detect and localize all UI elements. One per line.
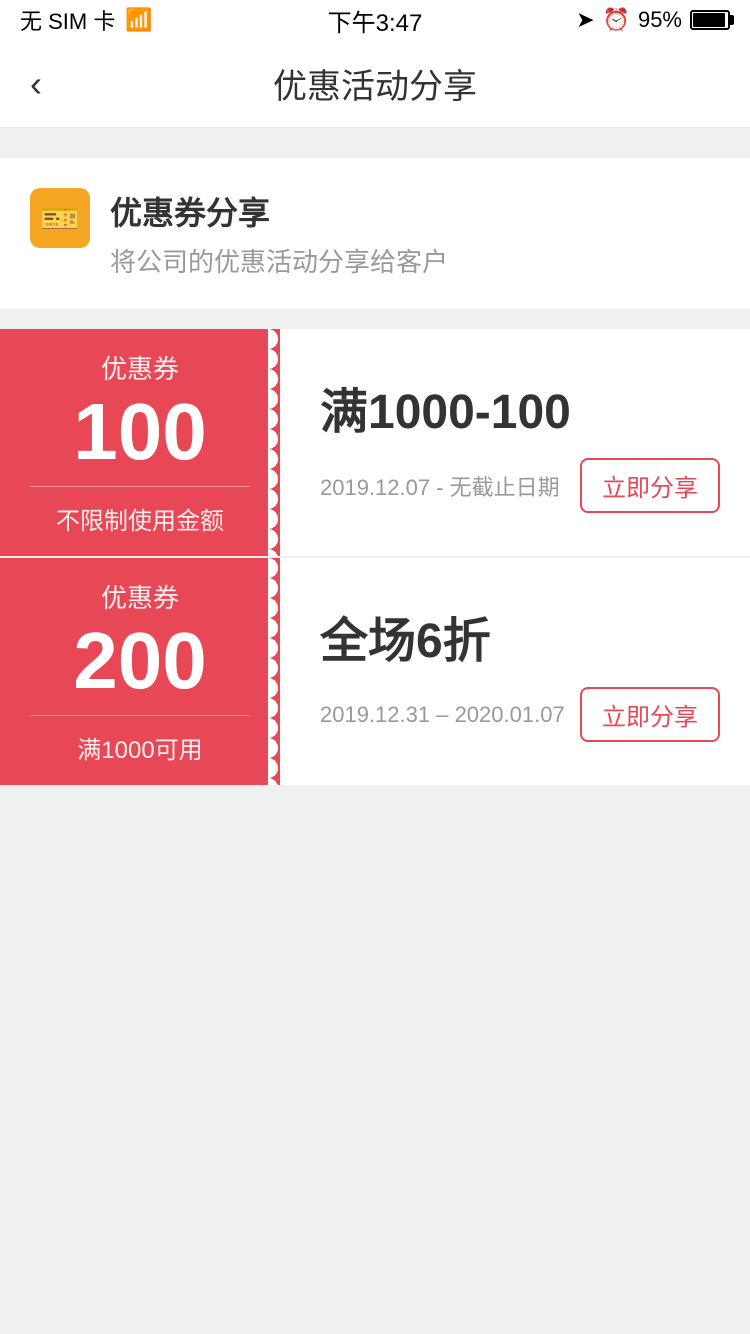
coupon-condition-0: 不限制使用金额	[56, 501, 224, 536]
location-icon: ➤	[576, 7, 594, 33]
coupon-meta-0: 2019.12.07 - 无截止日期 立即分享	[320, 458, 720, 513]
status-left: 无 SIM 卡 📶	[20, 4, 153, 36]
battery-percent: 95%	[638, 7, 682, 33]
content-area: 🎫 优惠券分享 将公司的优惠活动分享给客户 优惠券 100 不限制使用金额 满1…	[0, 128, 750, 1317]
coupon-list: 优惠券 100 不限制使用金额 满1000-100 2019.12.07 - 无…	[0, 329, 750, 787]
coupon-divider-1	[30, 715, 250, 716]
nav-title: 优惠活动分享	[273, 59, 477, 108]
section-header: 🎫 优惠券分享 将公司的优惠活动分享给客户	[0, 158, 750, 309]
section-title: 优惠券分享	[110, 188, 448, 234]
coupon-right-0: 满1000-100 2019.12.07 - 无截止日期 立即分享	[280, 329, 750, 556]
coupon-right-1: 全场6折 2019.12.31 – 2020.01.07 立即分享	[280, 558, 750, 785]
coupon-condition-1: 满1000可用	[77, 730, 202, 765]
coupon-card-0: 优惠券 100 不限制使用金额 满1000-100 2019.12.07 - 无…	[0, 329, 750, 556]
coupon-amount-1: 200	[73, 621, 206, 701]
coupon-left-1: 优惠券 200 满1000可用	[0, 558, 280, 785]
coupon-left-0: 优惠券 100 不限制使用金额	[0, 329, 280, 556]
section-text: 优惠券分享 将公司的优惠活动分享给客户	[110, 188, 448, 279]
share-button-1[interactable]: 立即分享	[580, 687, 720, 742]
bottom-area	[0, 787, 750, 1287]
status-bar: 无 SIM 卡 📶 下午3:47 ➤ ⏰ 95%	[0, 0, 750, 40]
coupon-name-1: 全场6折	[320, 601, 720, 671]
battery-icon	[690, 10, 730, 30]
coupon-date-1: 2019.12.31 – 2020.01.07	[320, 702, 565, 728]
coupon-name-0: 满1000-100	[320, 372, 720, 442]
coupon-label-0: 优惠券	[101, 349, 179, 386]
coupon-card-1: 优惠券 200 满1000可用 全场6折 2019.12.31 – 2020.0…	[0, 558, 750, 785]
alarm-icon: ⏰	[603, 7, 630, 33]
nav-bar: ‹ 优惠活动分享	[0, 40, 750, 128]
section-icon: 🎫	[30, 188, 90, 248]
coupon-meta-1: 2019.12.31 – 2020.01.07 立即分享	[320, 687, 720, 742]
back-button[interactable]: ‹	[30, 63, 42, 105]
coupon-label-1: 优惠券	[101, 578, 179, 615]
share-button-0[interactable]: 立即分享	[580, 458, 720, 513]
coupon-divider-0	[30, 486, 250, 487]
coupon-date-0: 2019.12.07 - 无截止日期	[320, 470, 560, 502]
carrier-text: 无 SIM 卡	[20, 4, 115, 36]
status-right: ➤ ⏰ 95%	[576, 7, 730, 33]
coupon-amount-0: 100	[73, 392, 206, 472]
status-time: 下午3:47	[328, 3, 423, 38]
section-description: 将公司的优惠活动分享给客户	[110, 242, 448, 279]
wifi-icon: 📶	[125, 7, 152, 33]
